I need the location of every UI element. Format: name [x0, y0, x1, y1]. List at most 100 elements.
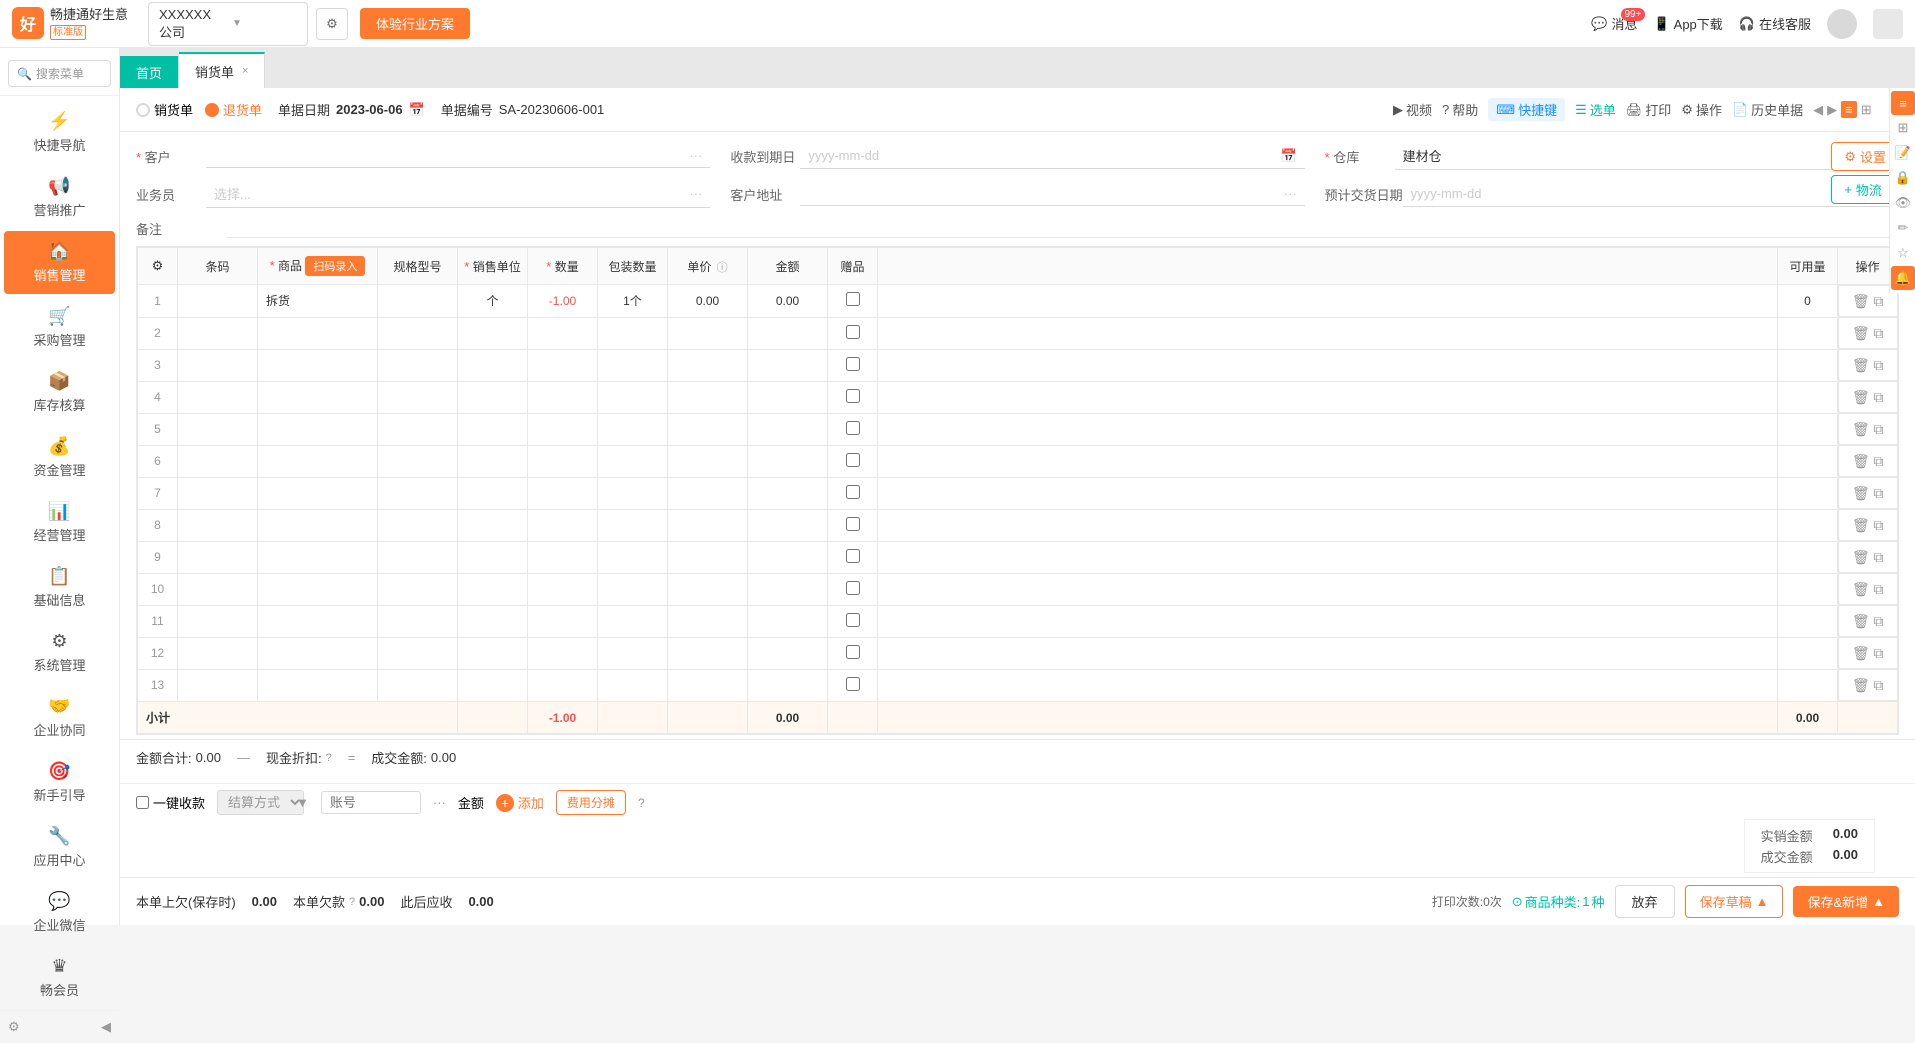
cell-qty[interactable]: [528, 349, 598, 381]
right-icon-grid[interactable]: ⊞: [1891, 116, 1915, 140]
online-service-btn[interactable]: 🎧 在线客服: [1739, 14, 1811, 33]
add-payment-btn[interactable]: +: [496, 794, 514, 812]
sidebar-collapse-icon[interactable]: ◀: [101, 1019, 111, 1035]
cell-amount[interactable]: [748, 541, 828, 573]
cell-price[interactable]: [668, 317, 748, 349]
cell-packqty[interactable]: [598, 413, 668, 445]
user-menu-btn[interactable]: [1873, 9, 1903, 39]
sidebar-item-marketing[interactable]: 📢 营销推广: [4, 166, 115, 229]
trial-btn[interactable]: 体验行业方案: [360, 8, 470, 39]
expense-split-btn[interactable]: 费用分摊: [556, 790, 626, 815]
delete-icon[interactable]: 🗑: [1852, 613, 1870, 630]
cell-amount[interactable]: [748, 317, 828, 349]
save-draft-btn[interactable]: 保存草稿 ▲: [1685, 885, 1784, 918]
copy-icon[interactable]: ⧉: [1874, 421, 1884, 438]
sidebar-item-operations[interactable]: 📊 经营管理: [4, 491, 115, 554]
sidebar-item-base-info[interactable]: 📋 基础信息: [4, 556, 115, 619]
abandon-btn[interactable]: 放弃: [1615, 885, 1675, 918]
cell-barcode[interactable]: [178, 413, 258, 445]
cell-spec[interactable]: [378, 317, 458, 349]
delete-icon[interactable]: 🗑: [1852, 389, 1870, 406]
cell-amount[interactable]: 0.00: [748, 285, 828, 318]
cell-barcode[interactable]: [178, 317, 258, 349]
cell-amount[interactable]: [748, 413, 828, 445]
cell-price[interactable]: [668, 605, 748, 637]
cell-gift[interactable]: [828, 573, 878, 605]
cell-gift[interactable]: [828, 509, 878, 541]
cell-gift[interactable]: [828, 317, 878, 349]
cell-gift[interactable]: [828, 477, 878, 509]
cell-gift[interactable]: [828, 445, 878, 477]
cell-qty[interactable]: [528, 509, 598, 541]
cell-unit[interactable]: [458, 413, 528, 445]
cell-spec[interactable]: [378, 509, 458, 541]
avatar[interactable]: [1827, 9, 1857, 39]
cell-spec[interactable]: [378, 477, 458, 509]
cell-spec[interactable]: [378, 541, 458, 573]
cell-spec[interactable]: [378, 669, 458, 702]
ops-btn[interactable]: ⚙ 操作: [1681, 100, 1722, 119]
cell-price[interactable]: 0.00: [668, 285, 748, 318]
delete-icon[interactable]: 🗑: [1852, 421, 1870, 438]
sidebar-item-finance[interactable]: 💰 资金管理: [4, 426, 115, 489]
sidebar-item-member[interactable]: ♛ 畅会员: [4, 946, 115, 1009]
cell-barcode[interactable]: [178, 637, 258, 669]
cell-unit[interactable]: [458, 669, 528, 702]
cell-qty[interactable]: [528, 477, 598, 509]
cell-barcode[interactable]: [178, 509, 258, 541]
cell-packqty[interactable]: [598, 445, 668, 477]
gift-checkbox[interactable]: [846, 421, 860, 435]
cell-unit[interactable]: [458, 477, 528, 509]
customer-input[interactable]: ···: [206, 144, 710, 168]
cell-price[interactable]: [668, 381, 748, 413]
gift-checkbox[interactable]: [846, 517, 860, 531]
tab-sales-order[interactable]: 销货单 ×: [179, 52, 265, 88]
list-view-icon[interactable]: ≡: [1841, 101, 1857, 118]
cell-unit[interactable]: [458, 381, 528, 413]
copy-icon[interactable]: ⧉: [1874, 453, 1884, 470]
sidebar-item-system[interactable]: ⚙ 系统管理: [4, 621, 115, 684]
radio-sales-order[interactable]: 销货单: [136, 100, 193, 119]
save-new-btn[interactable]: 保存&新增 ▲: [1793, 886, 1899, 917]
gift-checkbox[interactable]: [846, 389, 860, 403]
cell-product[interactable]: [258, 669, 378, 702]
cell-product[interactable]: [258, 477, 378, 509]
cell-unit[interactable]: 个: [458, 285, 528, 318]
warehouse-input[interactable]: 建材仓 ···: [1395, 142, 1899, 170]
delete-icon[interactable]: 🗑: [1852, 677, 1870, 694]
gift-checkbox[interactable]: [846, 325, 860, 339]
calc-method-select[interactable]: 结算方式: [217, 790, 304, 815]
copy-icon[interactable]: ⧉: [1874, 389, 1884, 406]
cell-product[interactable]: [258, 349, 378, 381]
cell-packqty[interactable]: [598, 509, 668, 541]
cell-product[interactable]: [258, 413, 378, 445]
gift-checkbox[interactable]: [846, 677, 860, 691]
cell-barcode[interactable]: [178, 541, 258, 573]
cell-price[interactable]: [668, 669, 748, 702]
sidebar-item-sales[interactable]: 🏠 销售管理: [4, 231, 115, 294]
cell-amount[interactable]: [748, 573, 828, 605]
one-click-payment-check[interactable]: 一键收款: [136, 793, 205, 812]
copy-icon[interactable]: ⧉: [1874, 293, 1884, 310]
sidebar-item-quick-nav[interactable]: ⚡ 快捷导航: [4, 101, 115, 164]
cell-qty[interactable]: [528, 605, 598, 637]
cell-spec[interactable]: [378, 413, 458, 445]
right-icon-orange[interactable]: 🔔: [1891, 266, 1915, 290]
cell-gift[interactable]: [828, 381, 878, 413]
settings-icon[interactable]: ⚙: [316, 8, 348, 40]
search-menu-input[interactable]: 🔍 搜索菜单: [8, 60, 111, 87]
cell-amount[interactable]: [748, 669, 828, 702]
cell-packqty[interactable]: [598, 605, 668, 637]
cell-product[interactable]: 拆货: [258, 285, 378, 318]
cell-barcode[interactable]: [178, 573, 258, 605]
cell-spec[interactable]: [378, 349, 458, 381]
cell-gift[interactable]: [828, 349, 878, 381]
one-click-checkbox[interactable]: [136, 796, 149, 809]
product-kind-selector[interactable]: ⊙ 商品种类: 1 种: [1512, 892, 1605, 911]
cell-product[interactable]: [258, 605, 378, 637]
delete-icon[interactable]: 🗑: [1852, 581, 1870, 598]
cell-barcode[interactable]: [178, 381, 258, 413]
cell-packqty[interactable]: [598, 381, 668, 413]
help-btn[interactable]: ? 帮助: [1442, 100, 1478, 119]
cell-product[interactable]: [258, 445, 378, 477]
